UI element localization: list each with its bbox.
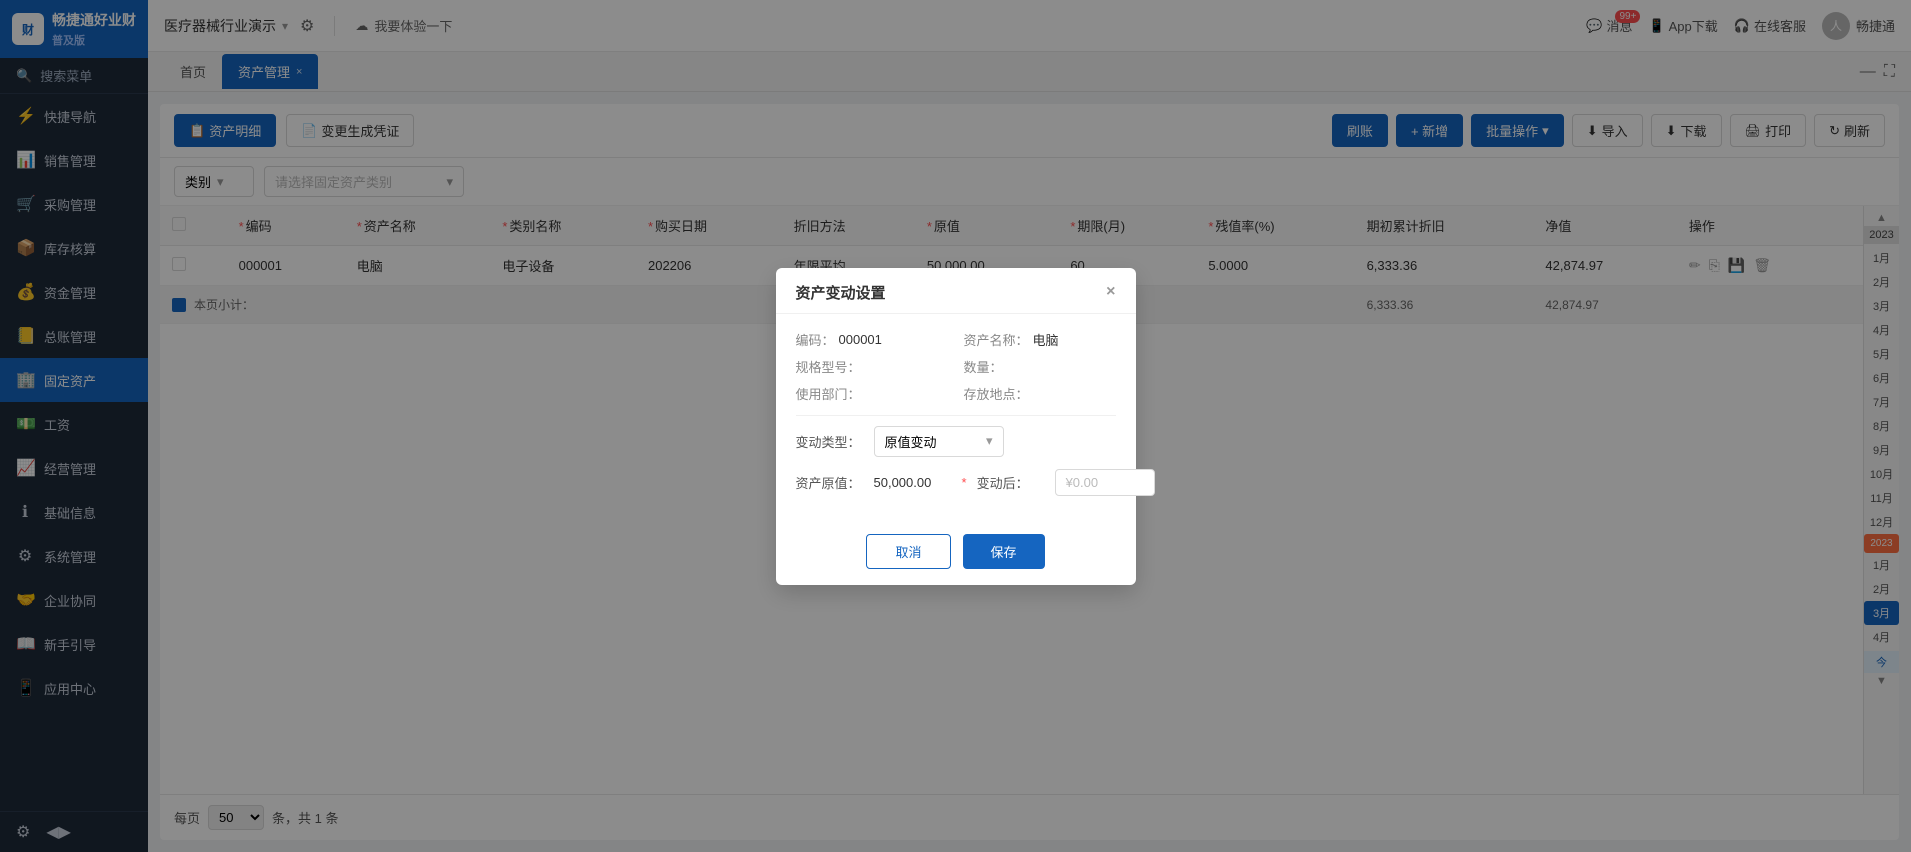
modal-quantity-row: 数量： [964,357,1116,376]
cancel-button[interactable]: 取消 [866,534,950,569]
code-label: 编码： [796,330,835,349]
after-change-input[interactable]: ¥0.00 [1055,469,1155,496]
change-type-value: 原值变动 [885,432,937,451]
quantity-label: 数量： [964,357,1003,376]
save-button[interactable]: 保存 [963,534,1045,569]
change-type-row: 变动类型： 原值变动 ▾ [796,426,1116,457]
modal-title: 资产变动设置 [796,282,886,303]
after-change-placeholder: ¥0.00 [1066,475,1099,490]
modal-info-grid: 编码： 000001 资产名称： 电脑 规格型号： 数量： [796,330,1116,403]
content-area: 📋 资产明细 📄 变更生成凭证 刷账 + 新增 批量操作 [148,92,1911,852]
asset-name-value: 电脑 [1033,330,1059,349]
location-label: 存放地点： [964,384,1029,403]
original-value-display: 50,000.00 [874,475,954,490]
code-value: 000001 [839,332,882,347]
modal-dept-row: 使用部门： [796,384,948,403]
modal-footer: 取消 保存 [776,524,1136,585]
change-type-caret-icon: ▾ [986,433,993,449]
modal-divider [796,415,1116,416]
modal-name-row: 资产名称： 电脑 [964,330,1116,349]
modal-close-button[interactable]: × [1106,283,1115,301]
modal-spec-row: 规格型号： [796,357,948,376]
asset-change-modal: 资产变动设置 × 编码： 000001 资产名称： 电脑 [776,268,1136,585]
original-value-label: 资产原值： [796,473,866,492]
modal-code-row: 编码： 000001 [796,330,948,349]
modal-body: 编码： 000001 资产名称： 电脑 规格型号： 数量： [776,314,1136,524]
dept-label: 使用部门： [796,384,861,403]
change-type-select[interactable]: 原值变动 ▾ [874,426,1004,457]
modal-location-row: 存放地点： [964,384,1116,403]
asset-name-label: 资产名称： [964,330,1029,349]
modal-header: 资产变动设置 × [776,268,1136,314]
spec-label: 规格型号： [796,357,861,376]
main-area: 医疗器械行业演示 ▾ ⚙ ☁ 我要体验一下 💬 消息 99+ 📱 App下载 🎧… [148,0,1911,852]
change-type-label: 变动类型： [796,432,866,451]
modal-overlay: 资产变动设置 × 编码： 000001 资产名称： 电脑 [148,92,1911,852]
required-star: * [962,475,967,490]
after-change-label: 变动后： [977,473,1047,492]
value-row: 资产原值： 50,000.00 * 变动后： ¥0.00 [796,469,1116,496]
